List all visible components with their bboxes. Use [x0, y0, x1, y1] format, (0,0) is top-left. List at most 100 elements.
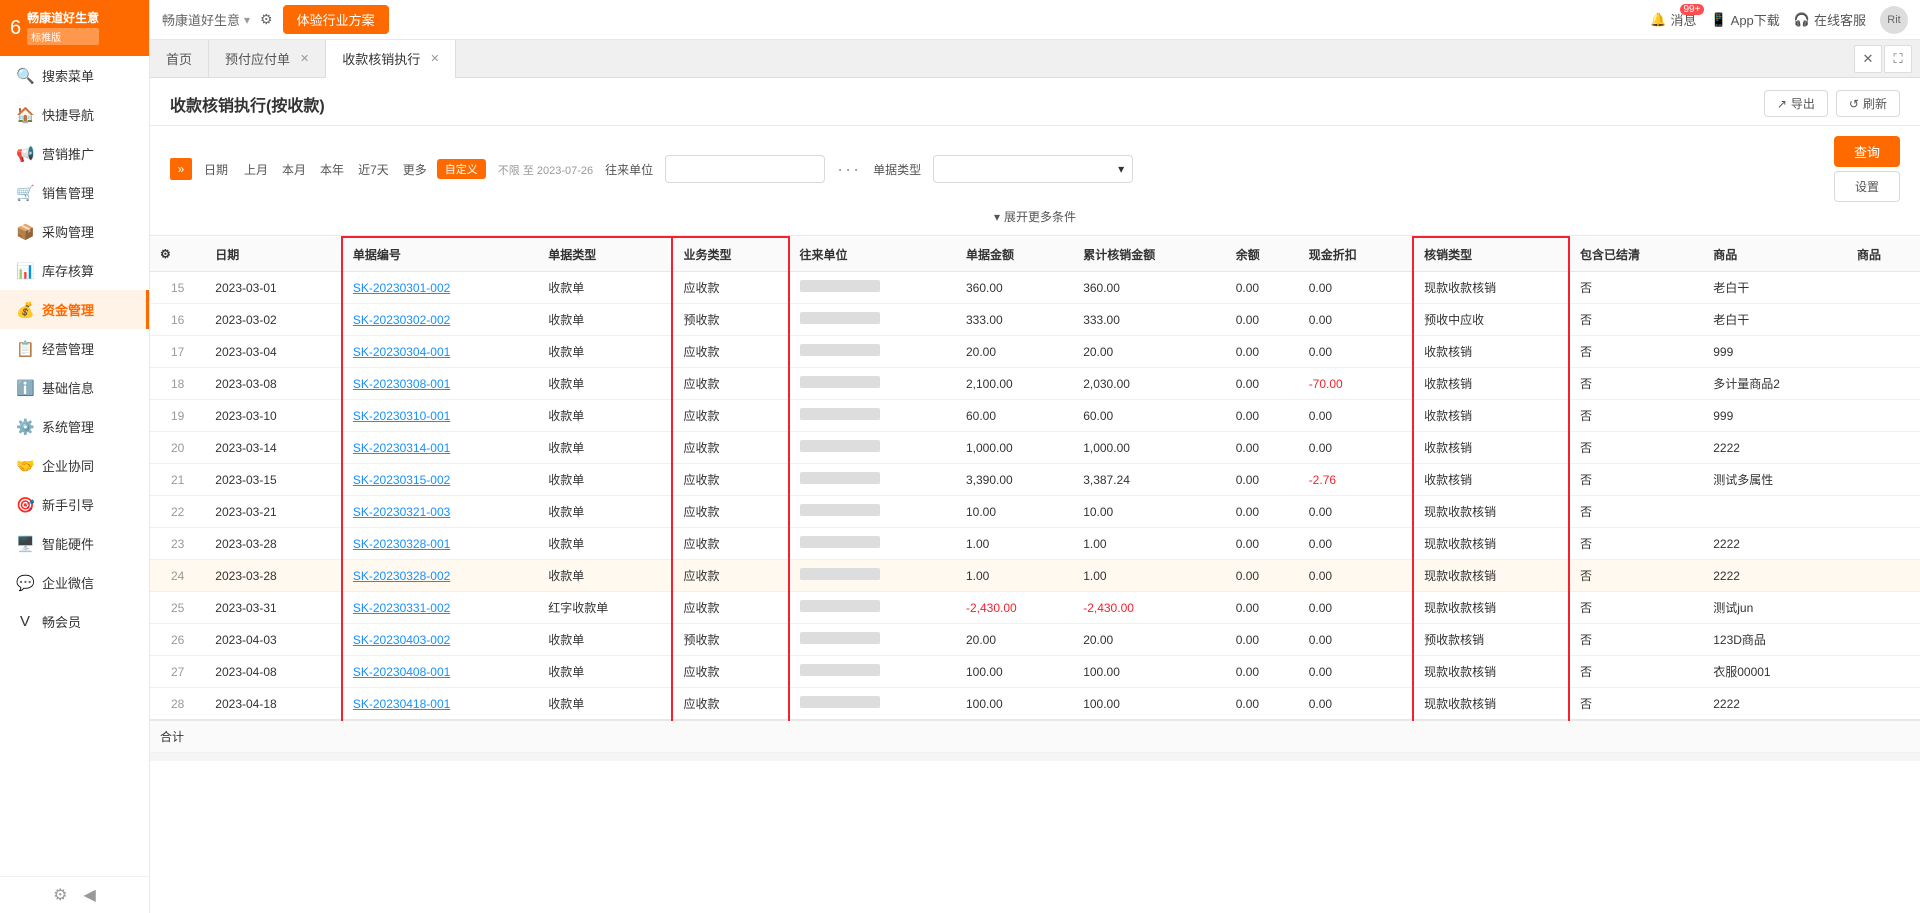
fullscreen-button[interactable]: ⛶ [1884, 45, 1912, 73]
cell-include-settled: 否 [1569, 400, 1703, 432]
settings-icon[interactable]: ⚙ [53, 885, 67, 905]
member-label: 畅会员 [42, 612, 81, 631]
sidebar-item-basic[interactable]: ℹ️基础信息 [0, 368, 149, 407]
cell-include-settled: 否 [1569, 688, 1703, 721]
sidebar-item-purchase[interactable]: 📦采购管理 [0, 212, 149, 251]
tab-collection[interactable]: 收款核销执行✕ [326, 40, 456, 78]
sidebar-item-guide[interactable]: 🎯新手引导 [0, 485, 149, 524]
notification-item[interactable]: 🔔 消息 99+ [1650, 10, 1696, 29]
collapse-icon[interactable]: ◀ [84, 885, 96, 905]
voucher-link[interactable]: SK-20230403-002 [353, 633, 450, 647]
nav-label: 快捷导航 [42, 105, 94, 124]
partner-value [800, 408, 880, 420]
operation-icon: 📋 [16, 340, 34, 358]
cell-balance: 0.00 [1226, 624, 1299, 656]
voucher-link[interactable]: SK-20230418-001 [353, 697, 450, 711]
cell-biz-type: 应收款 [672, 400, 788, 432]
sidebar-item-member[interactable]: V畅会员 [0, 602, 149, 641]
sidebar-item-marketing[interactable]: 📢营销推广 [0, 134, 149, 173]
solution-button[interactable]: 体验行业方案 [283, 5, 389, 34]
date-this-month-btn[interactable]: 本月 [278, 159, 310, 180]
cell-write-off-type: 现款收款核销 [1413, 272, 1569, 304]
date-custom-btn[interactable]: 自定义 [437, 159, 486, 179]
cell-cash-discount: 0.00 [1299, 688, 1413, 721]
cell-goods2 [1847, 400, 1920, 432]
sidebar-item-system[interactable]: ⚙️系统管理 [0, 407, 149, 446]
date-last-month-btn[interactable]: 上月 [240, 159, 272, 180]
voucher-link[interactable]: SK-20230304-001 [353, 345, 450, 359]
cell-goods2 [1847, 368, 1920, 400]
tab-close-collection[interactable]: ✕ [430, 52, 439, 65]
sidebar-item-finance[interactable]: 💰资金管理 [0, 290, 149, 329]
tab-prepay[interactable]: 预付应付单✕ [209, 40, 326, 78]
cell-date: 2023-03-31 [205, 592, 342, 624]
filter-area: » 日期 上月 本月 本年 近7天 更多 自定义 不限 至 2023-07-26… [150, 126, 1920, 236]
page-header: 收款核销执行(按收款) ↗ 导出 ↺ 刷新 [150, 78, 1920, 126]
th-settings[interactable]: ⚙ [150, 237, 205, 272]
topbar: 畅康道好生意 ▾ ⚙ 体验行业方案 🔔 消息 99+ 📱 App下载 🎧 在线客… [150, 0, 1920, 40]
date-7days-btn[interactable]: 近7天 [354, 159, 393, 180]
cell-write-off-type: 现款收款核销 [1413, 560, 1569, 592]
online-service-item[interactable]: 🎧 在线客服 [1794, 10, 1866, 29]
voucher-link[interactable]: SK-20230302-002 [353, 313, 450, 327]
cell-voucher-no: SK-20230403-002 [342, 624, 538, 656]
voucher-link[interactable]: SK-20230310-001 [353, 409, 450, 423]
app-download-item[interactable]: 📱 App下载 [1710, 10, 1779, 29]
setting-button[interactable]: 设置 [1834, 171, 1900, 202]
topbar-gear-icon[interactable]: ⚙ [254, 9, 279, 30]
th-goods: 商品 [1703, 237, 1847, 272]
voucher-type-select[interactable]: ▾ [933, 155, 1133, 183]
th-balance: 余额 [1226, 237, 1299, 272]
voucher-link[interactable]: SK-20230328-002 [353, 569, 450, 583]
refresh-icon: ↺ [1849, 97, 1859, 111]
partner-input[interactable] [665, 155, 825, 183]
cell-biz-type: 应收款 [672, 272, 788, 304]
query-button[interactable]: 查询 [1834, 136, 1900, 167]
sidebar-item-wechat[interactable]: 💬企业微信 [0, 563, 149, 602]
voucher-link[interactable]: SK-20230308-001 [353, 377, 450, 391]
tab-close-prepay[interactable]: ✕ [300, 52, 309, 65]
date-more-btn[interactable]: 更多 [399, 159, 431, 180]
more-filters-dots[interactable]: ··· [837, 159, 861, 180]
sidebar-item-hardware[interactable]: 🖥️智能硬件 [0, 524, 149, 563]
voucher-link[interactable]: SK-20230331-002 [353, 601, 450, 615]
voucher-link[interactable]: SK-20230321-003 [353, 505, 450, 519]
cell-cash-discount: 0.00 [1299, 656, 1413, 688]
sidebar-item-sales[interactable]: 🛒销售管理 [0, 173, 149, 212]
th-include-settled: 包含已结清 [1569, 237, 1703, 272]
voucher-link[interactable]: SK-20230315-002 [353, 473, 450, 487]
partner-value [800, 472, 880, 484]
sidebar-item-nav[interactable]: 🏠快捷导航 [0, 95, 149, 134]
cell-date: 2023-03-01 [205, 272, 342, 304]
user-avatar[interactable]: Rit [1880, 6, 1908, 34]
voucher-link[interactable]: SK-20230328-001 [353, 537, 450, 551]
voucher-link[interactable]: SK-20230301-002 [353, 281, 450, 295]
th-biz-type: 业务类型 [672, 237, 788, 272]
purchase-label: 采购管理 [42, 222, 94, 241]
filter-toggle-button[interactable]: » [170, 158, 192, 180]
export-button[interactable]: ↗ 导出 [1764, 90, 1828, 117]
voucher-link[interactable]: SK-20230408-001 [353, 665, 450, 679]
close-tab-button[interactable]: ✕ [1854, 45, 1882, 73]
cell-voucher-no: SK-20230331-002 [342, 592, 538, 624]
cell-goods2 [1847, 656, 1920, 688]
scrollbar[interactable] [150, 753, 1920, 761]
cell-amount: 20.00 [956, 624, 1073, 656]
sidebar-item-operation[interactable]: 📋经营管理 [0, 329, 149, 368]
voucher-link[interactable]: SK-20230314-001 [353, 441, 450, 455]
cell-goods [1703, 496, 1847, 528]
sidebar-item-corp[interactable]: 🤝企业协同 [0, 446, 149, 485]
voucher-type-label: 单据类型 [873, 161, 921, 178]
refresh-button[interactable]: ↺ 刷新 [1836, 90, 1900, 117]
table-row: 26 2023-04-03 SK-20230403-002 收款单 预收款 20… [150, 624, 1920, 656]
date-this-year-btn[interactable]: 本年 [316, 159, 348, 180]
brand-name: 畅康道好生意 [162, 10, 240, 29]
sidebar-item-search[interactable]: 🔍搜索菜单 [0, 56, 149, 95]
cell-balance: 0.00 [1226, 656, 1299, 688]
sidebar-item-inventory[interactable]: 📊库存核算 [0, 251, 149, 290]
expand-more-button[interactable]: ▾ 展开更多条件 [994, 208, 1076, 225]
cell-index: 27 [150, 656, 205, 688]
tab-home[interactable]: 首页 [150, 40, 209, 78]
th-accumulated: 累计核销金额 [1073, 237, 1226, 272]
cell-goods2 [1847, 432, 1920, 464]
